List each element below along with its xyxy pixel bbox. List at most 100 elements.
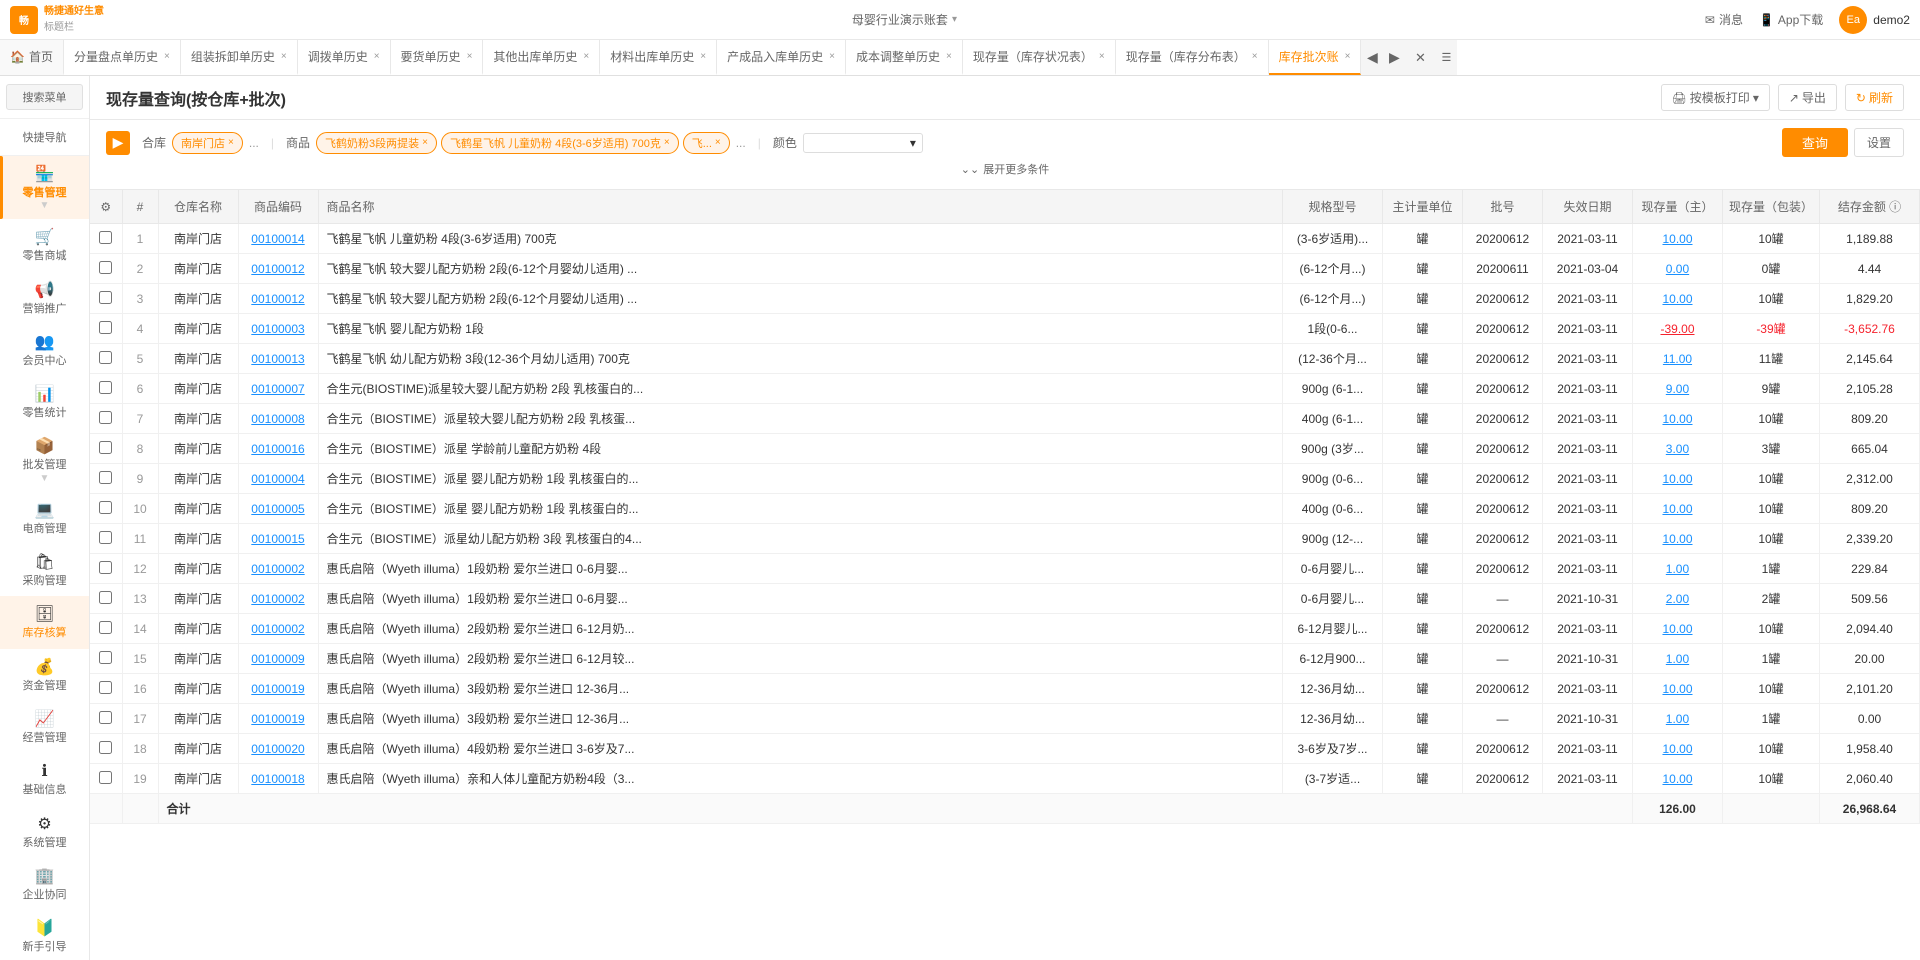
filter-expand-btn[interactable]: ▶ xyxy=(106,131,130,155)
cell-stock-main[interactable]: 10.00 xyxy=(1632,614,1722,644)
cell-checkbox[interactable] xyxy=(90,284,122,314)
cell-code[interactable]: 00100007 xyxy=(238,374,318,404)
cell-checkbox[interactable] xyxy=(90,554,122,584)
quick-nav-btn[interactable]: 快捷导航 xyxy=(0,125,89,149)
cell-stock-main[interactable]: 10.00 xyxy=(1632,224,1722,254)
row-checkbox[interactable] xyxy=(99,681,112,694)
cell-code[interactable]: 00100015 xyxy=(238,524,318,554)
tab-split-inventory[interactable]: 分量盘点单历史 × xyxy=(64,40,181,75)
settings-btn[interactable]: 设置 xyxy=(1854,128,1904,157)
tab-cost-adjust[interactable]: 成本调整单历史 × xyxy=(846,40,963,75)
cell-checkbox[interactable] xyxy=(90,434,122,464)
tab-stock-dist[interactable]: 现存量（库存分布表） × xyxy=(1116,40,1269,75)
tab-close-material-out[interactable]: × xyxy=(700,51,706,62)
tab-next-btn[interactable]: ▶ xyxy=(1383,40,1405,75)
cell-checkbox[interactable] xyxy=(90,614,122,644)
sidebar-item-retail[interactable]: 🏪 零售管理 ▼ xyxy=(0,156,89,219)
row-checkbox[interactable] xyxy=(99,621,112,634)
sidebar-item-retail-shop[interactable]: 🛒 零售商城 xyxy=(0,219,89,271)
cell-stock-main[interactable]: 3.00 xyxy=(1632,434,1722,464)
cell-stock-main[interactable]: 10.00 xyxy=(1632,734,1722,764)
sidebar-item-basic[interactable]: ℹ 基础信息 xyxy=(0,753,89,805)
cell-checkbox[interactable] xyxy=(90,344,122,374)
cell-checkbox[interactable] xyxy=(90,314,122,344)
tab-product-in[interactable]: 产成品入库单历史 × xyxy=(717,40,846,75)
sidebar-item-inventory[interactable]: 🗄 库存核算 xyxy=(0,596,89,648)
row-checkbox[interactable] xyxy=(99,261,112,274)
cell-stock-main[interactable]: 10.00 xyxy=(1632,494,1722,524)
cell-code[interactable]: 00100009 xyxy=(238,644,318,674)
cell-code[interactable]: 00100008 xyxy=(238,404,318,434)
cell-checkbox[interactable] xyxy=(90,584,122,614)
cell-stock-main[interactable]: 10.00 xyxy=(1632,284,1722,314)
sidebar-item-ecommerce[interactable]: 💻 电商管理 xyxy=(0,492,89,544)
cell-checkbox[interactable] xyxy=(90,704,122,734)
cell-code[interactable]: 00100004 xyxy=(238,464,318,494)
export-btn[interactable]: ↗ 导出 xyxy=(1778,84,1837,111)
warehouse-tag-close[interactable]: × xyxy=(228,137,234,148)
user-area[interactable]: Ea demo2 xyxy=(1839,6,1910,34)
industry-selector[interactable]: 母婴行业演示账套 ▾ xyxy=(852,11,957,28)
row-checkbox[interactable] xyxy=(99,321,112,334)
tab-require[interactable]: 要货单历史 × xyxy=(391,40,484,75)
row-checkbox[interactable] xyxy=(99,351,112,364)
cell-stock-main[interactable]: -39.00 xyxy=(1632,314,1722,344)
sidebar-item-operations[interactable]: 📈 经营管理 xyxy=(0,701,89,753)
cell-stock-main[interactable]: 1.00 xyxy=(1632,554,1722,584)
tab-menu-btn[interactable]: ☰ xyxy=(1435,40,1457,75)
cell-code[interactable]: 00100012 xyxy=(238,284,318,314)
tab-close-cost-adjust[interactable]: × xyxy=(946,51,952,62)
cell-checkbox[interactable] xyxy=(90,464,122,494)
cell-stock-main[interactable]: 1.00 xyxy=(1632,644,1722,674)
row-checkbox[interactable] xyxy=(99,531,112,544)
expand-more-conditions[interactable]: ⌄⌄ 展开更多条件 xyxy=(106,157,1904,181)
col-settings[interactable]: ⚙ xyxy=(90,190,122,224)
row-checkbox[interactable] xyxy=(99,411,112,424)
tab-batch-order[interactable]: 库存批次账 × xyxy=(1269,40,1362,75)
tab-close-product-in[interactable]: × xyxy=(829,51,835,62)
row-checkbox[interactable] xyxy=(99,231,112,244)
tab-prev-btn[interactable]: ◀ xyxy=(1361,40,1383,75)
row-checkbox[interactable] xyxy=(99,381,112,394)
cell-code[interactable]: 00100005 xyxy=(238,494,318,524)
cell-code[interactable]: 00100002 xyxy=(238,584,318,614)
tab-material-out[interactable]: 材料出库单历史 × xyxy=(600,40,717,75)
cell-checkbox[interactable] xyxy=(90,494,122,524)
refresh-btn[interactable]: ↻ 刷新 xyxy=(1845,84,1904,111)
cell-checkbox[interactable] xyxy=(90,524,122,554)
cell-code[interactable]: 00100002 xyxy=(238,614,318,644)
row-checkbox[interactable] xyxy=(99,441,112,454)
tab-close-mix[interactable]: × xyxy=(374,51,380,62)
cell-code[interactable]: 00100013 xyxy=(238,344,318,374)
row-checkbox[interactable] xyxy=(99,651,112,664)
template-print-btn[interactable]: 🖨 按模板打印 ▾ xyxy=(1661,84,1770,111)
warehouse-more-btn[interactable]: ... xyxy=(249,136,259,150)
cell-stock-main[interactable]: 10.00 xyxy=(1632,674,1722,704)
tab-other-out[interactable]: 其他出库单历史 × xyxy=(483,40,600,75)
sidebar-item-member[interactable]: 👥 会员中心 xyxy=(0,324,89,376)
cell-checkbox[interactable] xyxy=(90,224,122,254)
product-tag-feihe4-close[interactable]: × xyxy=(664,137,670,148)
cell-checkbox[interactable] xyxy=(90,734,122,764)
search-menu-btn[interactable]: 搜索菜单 xyxy=(6,84,83,110)
sidebar-item-retail-stat[interactable]: 📊 零售统计 xyxy=(0,376,89,428)
sidebar-item-marketing[interactable]: 📢 营销推广 xyxy=(0,272,89,324)
cell-stock-main[interactable]: 0.00 xyxy=(1632,254,1722,284)
search-btn[interactable]: 查询 xyxy=(1782,128,1848,157)
message-btn[interactable]: ✉ 消息 xyxy=(1705,11,1743,28)
sidebar-item-batch-mgmt[interactable]: 📦 批发管理 ▼ xyxy=(0,428,89,491)
sidebar-item-enterprise[interactable]: 🏢 企业协同 xyxy=(0,858,89,910)
product-tag-feihe3-close[interactable]: × xyxy=(422,137,428,148)
cell-stock-main[interactable]: 2.00 xyxy=(1632,584,1722,614)
cell-checkbox[interactable] xyxy=(90,674,122,704)
tab-close-all-btn[interactable]: ✕ xyxy=(1405,40,1435,75)
cell-stock-main[interactable]: 11.00 xyxy=(1632,344,1722,374)
tab-stock-status[interactable]: 现存量（库存状况表） × xyxy=(963,40,1116,75)
cell-code[interactable]: 00100012 xyxy=(238,254,318,284)
cell-stock-main[interactable]: 1.00 xyxy=(1632,704,1722,734)
row-checkbox[interactable] xyxy=(99,561,112,574)
tab-close-other-out[interactable]: × xyxy=(583,51,589,62)
cell-stock-main[interactable]: 10.00 xyxy=(1632,464,1722,494)
row-checkbox[interactable] xyxy=(99,591,112,604)
cell-code[interactable]: 00100018 xyxy=(238,764,318,794)
